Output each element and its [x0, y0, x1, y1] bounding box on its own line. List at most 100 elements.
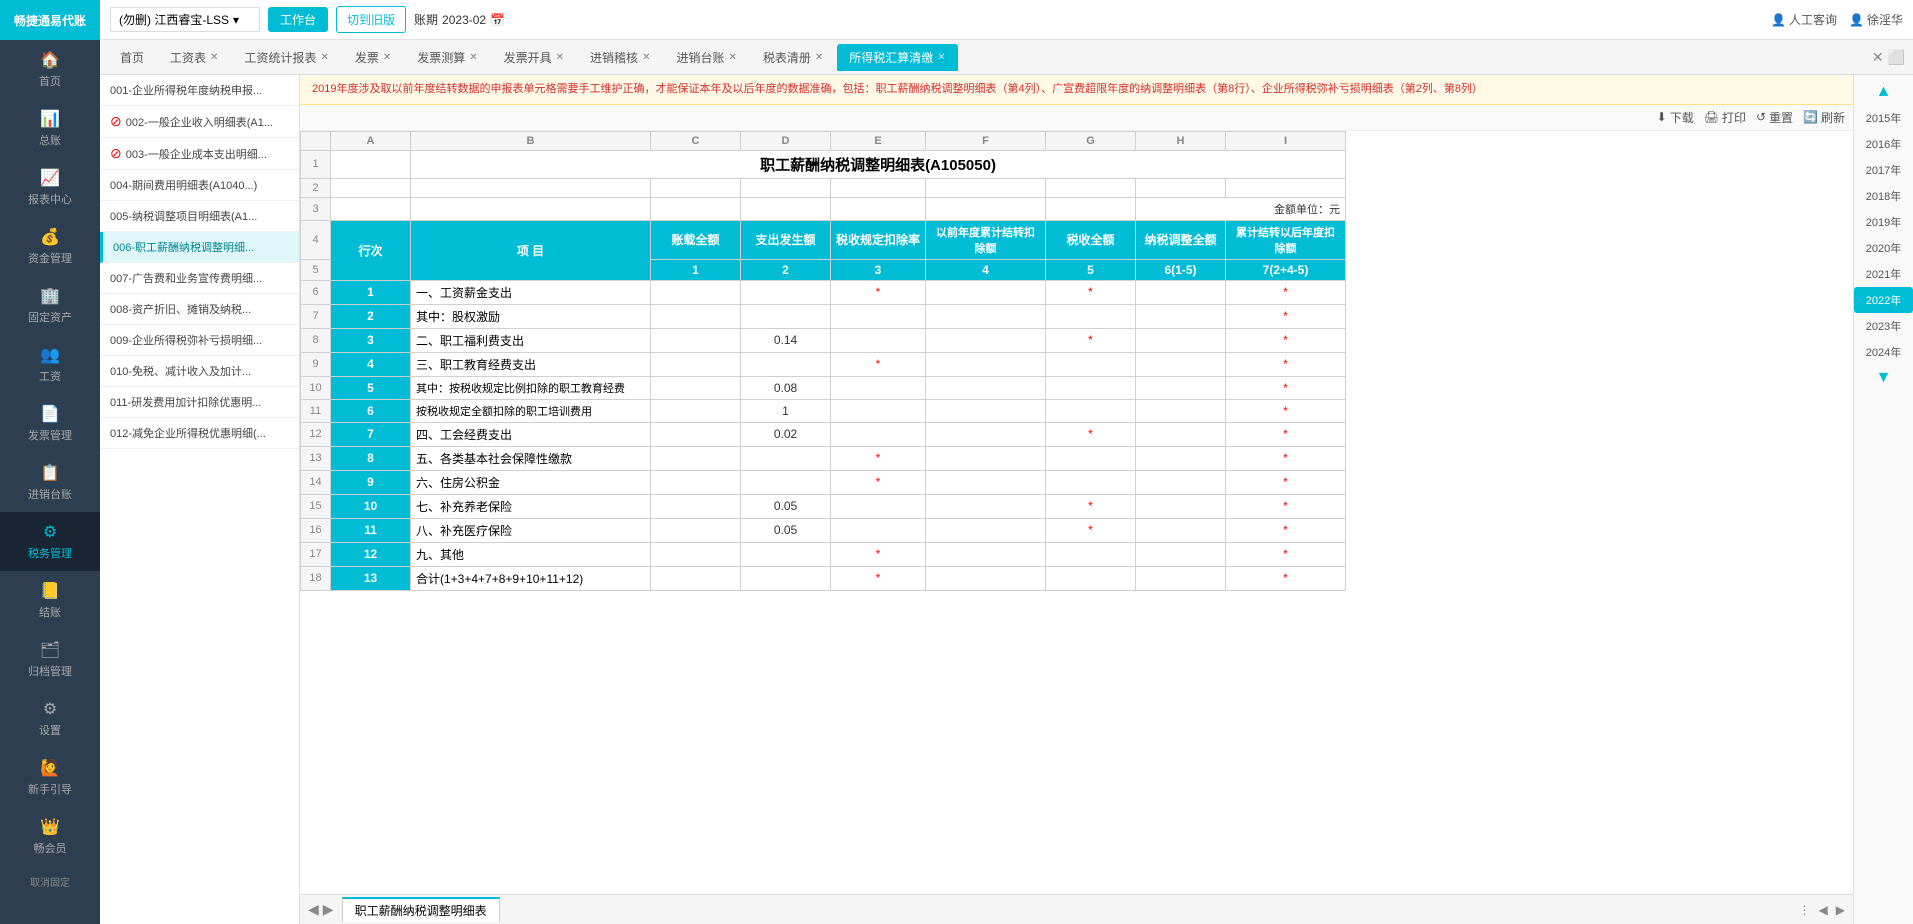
cell-12-i[interactable]: *: [1226, 422, 1346, 446]
cell-9-f[interactable]: [926, 352, 1046, 376]
cell-16-d[interactable]: 0.05: [741, 518, 831, 542]
cell-10-d[interactable]: 0.08: [741, 376, 831, 399]
cell-18-d[interactable]: [741, 566, 831, 590]
cell-13-e[interactable]: *: [831, 446, 926, 470]
cell-8-d[interactable]: 0.14: [741, 328, 831, 352]
download-button[interactable]: ⬇ 下载: [1657, 109, 1694, 126]
cell-17-g[interactable]: [1046, 542, 1136, 566]
cell-12-label[interactable]: 四、工会经费支出: [411, 422, 651, 446]
spreadsheet-container[interactable]: A B C D E F G H I: [300, 131, 1853, 895]
tab-purchase-sales-close[interactable]: ✕: [728, 52, 736, 63]
list-item-003[interactable]: ⊘ 003-一般企业成本支出明细...: [100, 138, 299, 170]
cell-13-h[interactable]: [1136, 446, 1226, 470]
sidebar-item-reports[interactable]: 📈 报表中心: [0, 158, 100, 217]
year-down-button[interactable]: ▼: [1872, 365, 1896, 391]
cell-16-i[interactable]: *: [1226, 518, 1346, 542]
tab-invoice-close[interactable]: ✕: [383, 52, 391, 63]
cell-8-h[interactable]: [1136, 328, 1226, 352]
cell-6-f[interactable]: [926, 280, 1046, 304]
sidebar-item-invoice[interactable]: 📄 发票管理: [0, 394, 100, 453]
sidebar-item-purchase-sales[interactable]: 📋 进销台账: [0, 453, 100, 512]
sidebar-item-assets[interactable]: 🏢 固定资产: [0, 276, 100, 335]
tab-tax-book-close[interactable]: ✕: [815, 52, 823, 63]
cell-2I[interactable]: [1226, 178, 1346, 197]
cell-9-c[interactable]: [651, 352, 741, 376]
cell-10-f[interactable]: [926, 376, 1046, 399]
cell-17-i[interactable]: *: [1226, 542, 1346, 566]
cell-7-h[interactable]: [1136, 304, 1226, 328]
cell-9-e[interactable]: *: [831, 352, 926, 376]
cell-12-f[interactable]: [926, 422, 1046, 446]
cell-7-g[interactable]: [1046, 304, 1136, 328]
cell-14-d[interactable]: [741, 470, 831, 494]
cell-18-g[interactable]: [1046, 566, 1136, 590]
cell-8-e[interactable]: [831, 328, 926, 352]
cell-15-d[interactable]: 0.05: [741, 494, 831, 518]
year-up-button[interactable]: ▲: [1872, 79, 1896, 105]
bottom-sheet-tab[interactable]: 职工薪酬纳税调整明细表: [342, 897, 500, 922]
sheet-nav-right[interactable]: ▶: [323, 901, 334, 918]
tab-payroll-close[interactable]: ✕: [210, 52, 218, 63]
year-2023[interactable]: 2023年: [1854, 313, 1913, 339]
cell-6-e[interactable]: *: [831, 280, 926, 304]
cell-3D[interactable]: [741, 197, 831, 220]
tab-invoice-calc[interactable]: 发票测算 ✕: [405, 44, 489, 71]
cell-2B[interactable]: [411, 178, 651, 197]
year-2024[interactable]: 2024年: [1854, 339, 1913, 365]
list-item-002[interactable]: ⊘ 002-一般企业收入明细表(A1...: [100, 106, 299, 138]
cell-6-g[interactable]: *: [1046, 280, 1136, 304]
cell-12-d[interactable]: 0.02: [741, 422, 831, 446]
sheet-nav-left[interactable]: ◀: [308, 901, 319, 918]
tab-payroll-stats[interactable]: 工资统计报表 ✕: [232, 44, 340, 71]
cell-7-i[interactable]: *: [1226, 304, 1346, 328]
cell-12-c[interactable]: [651, 422, 741, 446]
cell-15-g[interactable]: *: [1046, 494, 1136, 518]
cell-11-d[interactable]: 1: [741, 399, 831, 422]
cell-6-label[interactable]: 一、工资薪金支出: [411, 280, 651, 304]
cell-18-e[interactable]: *: [831, 566, 926, 590]
year-2018[interactable]: 2018年: [1854, 183, 1913, 209]
cell-16-c[interactable]: [651, 518, 741, 542]
cell-14-label[interactable]: 六、住房公积金: [411, 470, 651, 494]
year-2020[interactable]: 2020年: [1854, 235, 1913, 261]
tab-invoice-issue[interactable]: 发票开具 ✕: [492, 44, 576, 71]
cell-10-e[interactable]: [831, 376, 926, 399]
tab-tax-settlement[interactable]: 所得税汇算清缴 ✕: [837, 44, 957, 71]
cell-17-c[interactable]: [651, 542, 741, 566]
cell-8-f[interactable]: [926, 328, 1046, 352]
cell-9-label[interactable]: 三、职工教育经费支出: [411, 352, 651, 376]
cell-13-label[interactable]: 五、各类基本社会保障性缴款: [411, 446, 651, 470]
cell-9-g[interactable]: [1046, 352, 1136, 376]
cell-7-label[interactable]: 其中：股权激励: [411, 304, 651, 328]
cell-3G[interactable]: [1046, 197, 1136, 220]
cell-13-g[interactable]: [1046, 446, 1136, 470]
cell-2A[interactable]: [331, 178, 411, 197]
cell-9-d[interactable]: [741, 352, 831, 376]
cell-11-g[interactable]: [1046, 399, 1136, 422]
list-item-006[interactable]: 006-职工薪酬纳税调整明细...: [100, 232, 299, 263]
cell-16-label[interactable]: 八、补充医疗保险: [411, 518, 651, 542]
more-options-icon[interactable]: ⋮: [1799, 903, 1811, 917]
cell-6-h[interactable]: [1136, 280, 1226, 304]
cell-7-f[interactable]: [926, 304, 1046, 328]
cell-3B[interactable]: [411, 197, 651, 220]
sidebar-item-payroll[interactable]: 👥 工资: [0, 335, 100, 394]
workbench-button[interactable]: 工作台: [268, 7, 328, 32]
cell-10-h[interactable]: [1136, 376, 1226, 399]
refresh-button[interactable]: 🔄 刷新: [1803, 109, 1845, 126]
cell-14-i[interactable]: *: [1226, 470, 1346, 494]
sidebar-item-home[interactable]: 🏠 首页: [0, 40, 100, 99]
print-button[interactable]: 🖨 打印: [1704, 109, 1746, 126]
year-2022[interactable]: 2022年: [1854, 287, 1913, 313]
tab-tax-settlement-close[interactable]: ✕: [937, 52, 945, 63]
cell-17-f[interactable]: [926, 542, 1046, 566]
cell-17-h[interactable]: [1136, 542, 1226, 566]
cell-8-g[interactable]: *: [1046, 328, 1136, 352]
list-item-008[interactable]: 008-资产折旧、摊销及纳税...: [100, 294, 299, 325]
tab-home[interactable]: 首页: [108, 44, 156, 71]
sidebar-item-vip[interactable]: 👑 畅会员: [0, 807, 100, 866]
cell-2G[interactable]: [1046, 178, 1136, 197]
tab-tax-book[interactable]: 税表清册 ✕: [751, 44, 835, 71]
cell-10-g[interactable]: [1046, 376, 1136, 399]
cell-15-label[interactable]: 七、补充养老保险: [411, 494, 651, 518]
